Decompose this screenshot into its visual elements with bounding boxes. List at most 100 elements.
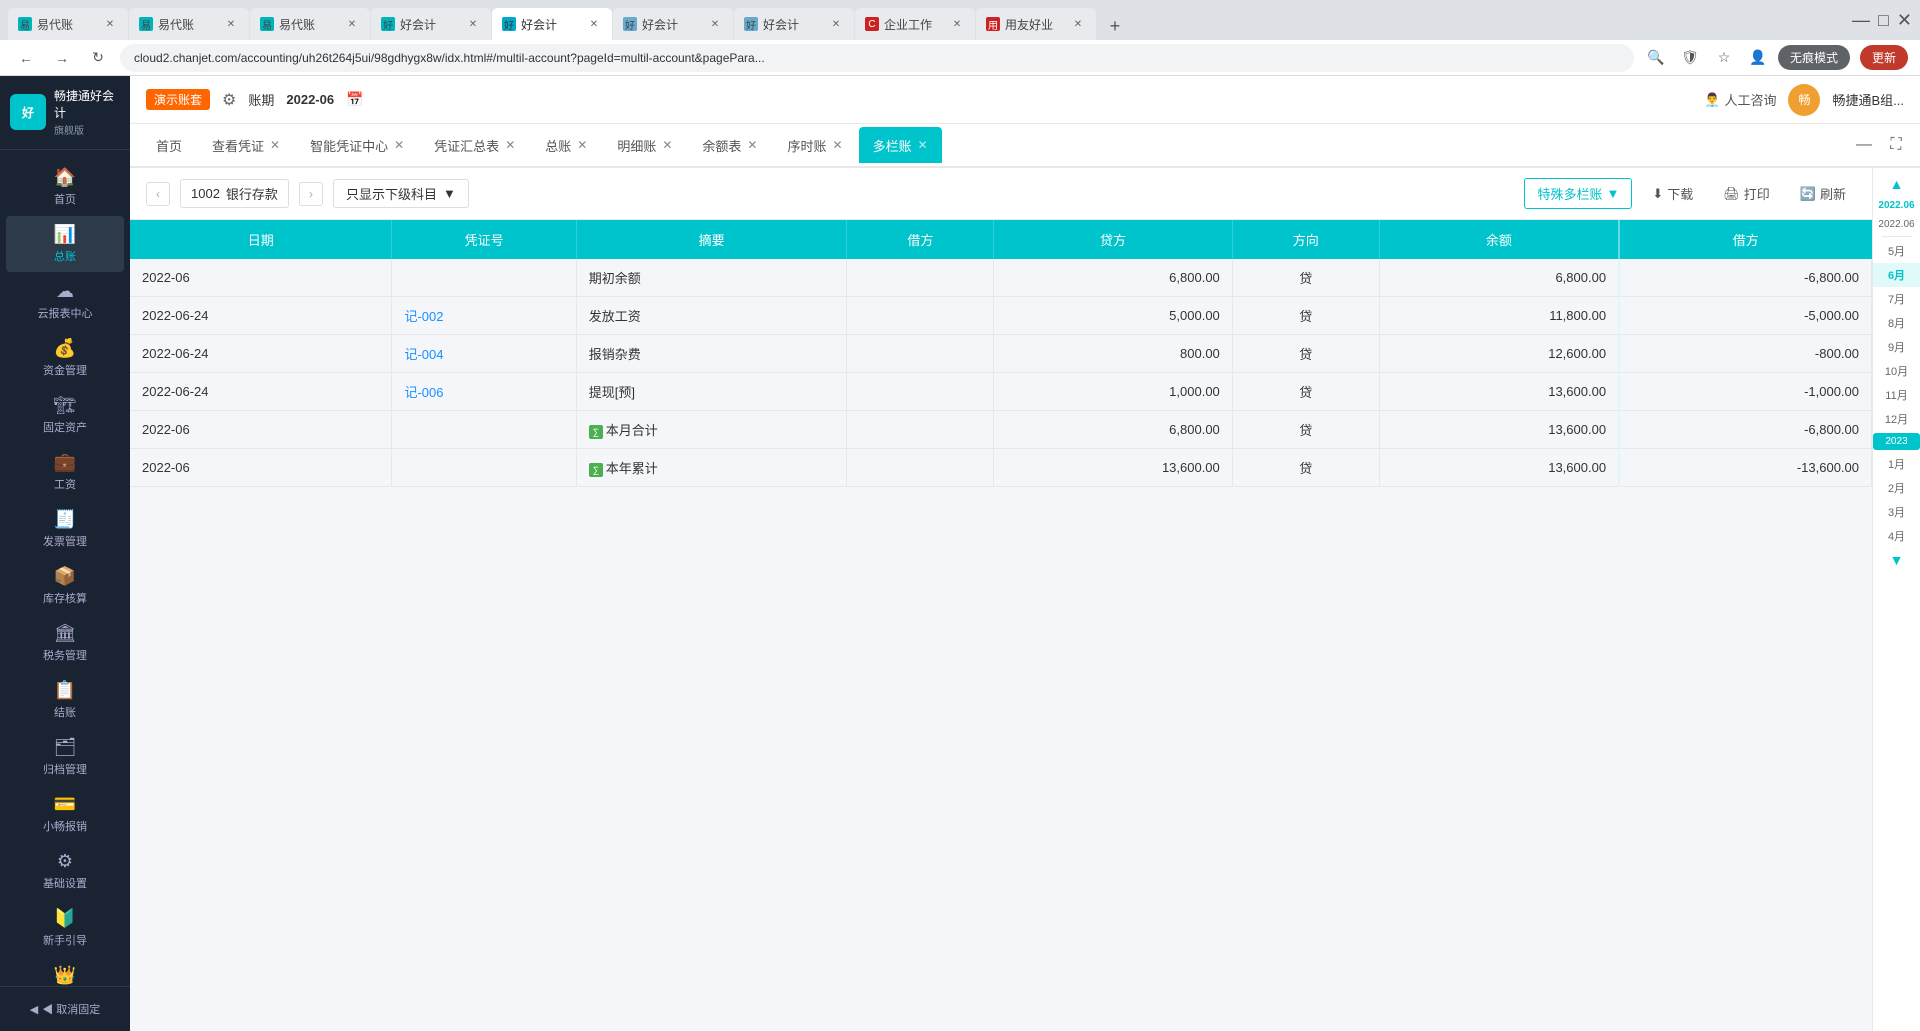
profile-icon[interactable]: 👤	[1744, 44, 1772, 72]
timeline-item-0[interactable]: 2022.06	[1873, 196, 1920, 215]
browser-tab-6[interactable]: 好 好会计 ✕	[613, 8, 733, 40]
sidebar-item-inventory[interactable]: 📦 库存核算	[6, 558, 124, 614]
voucher-link[interactable]: 记-006	[404, 385, 443, 400]
refresh-button[interactable]: ↻	[84, 44, 112, 72]
sidebar-item-new-guide[interactable]: 🔰 新手引导	[6, 900, 124, 956]
timeline-item-1[interactable]: 2022.06	[1873, 215, 1920, 234]
tab-collapse-icon[interactable]: —	[1852, 133, 1876, 157]
consultation-button[interactable]: 👨‍💼 人工咨询	[1704, 90, 1776, 109]
tab-voucher-summary[interactable]: 凭证汇总表 ✕	[420, 127, 529, 163]
timeline-item-1month[interactable]: 1月	[1873, 452, 1920, 476]
tab-balance-table-close[interactable]: ✕	[747, 138, 757, 152]
tab-general-ledger[interactable]: 总账 ✕	[531, 127, 601, 163]
sidebar-item-member[interactable]: 👑 畅会员	[6, 957, 124, 986]
close-button[interactable]: ✕	[1897, 10, 1912, 31]
update-button[interactable]: 更新	[1860, 45, 1908, 70]
tab-multi-column[interactable]: 多栏账 ✕	[859, 127, 942, 163]
tab-general-ledger-close[interactable]: ✕	[577, 138, 587, 152]
tab-view-voucher-close[interactable]: ✕	[270, 138, 280, 152]
sidebar-item-cloud-report[interactable]: ☁ 云报表中心	[6, 273, 124, 329]
timeline-item-7month[interactable]: 7月	[1873, 287, 1920, 311]
browser-tab-5[interactable]: 好 好会计 ✕	[492, 8, 612, 40]
tab-detail-ledger[interactable]: 明细账 ✕	[603, 127, 686, 163]
cell-voucher-no[interactable]: 记-002	[392, 297, 576, 335]
tab-close-1[interactable]: ✕	[102, 16, 118, 32]
forward-button[interactable]: →	[48, 44, 76, 72]
tab-detail-ledger-close[interactable]: ✕	[662, 138, 672, 152]
sidebar-item-fund-mgmt[interactable]: 💰 资金管理	[6, 330, 124, 386]
download-button[interactable]: ⬇ 下载	[1642, 179, 1703, 208]
minimize-button[interactable]: —	[1852, 10, 1870, 31]
tab-view-voucher[interactable]: 查看凭证 ✕	[198, 127, 294, 163]
sidebar-item-settlement[interactable]: 📋 结账	[6, 672, 124, 728]
browser-tab-4[interactable]: 好 好会计 ✕	[371, 8, 491, 40]
timeline-item-12month[interactable]: 12月	[1873, 407, 1920, 431]
user-avatar[interactable]: 畅	[1788, 84, 1820, 116]
tab-expand-icon[interactable]: ⛶	[1884, 133, 1908, 157]
timeline-up-button[interactable]: ▲	[1886, 172, 1908, 196]
tab-close-2[interactable]: ✕	[223, 16, 239, 32]
prev-subject-button[interactable]: ‹	[146, 182, 170, 206]
tab-close-5[interactable]: ✕	[586, 16, 602, 32]
url-bar[interactable]: cloud2.chanjet.com/accounting/uh26t264j5…	[120, 44, 1634, 72]
timeline-item-11month[interactable]: 11月	[1873, 383, 1920, 407]
user-name[interactable]: 畅捷通B组...	[1832, 90, 1904, 109]
timeline-item-4month[interactable]: 4月	[1873, 524, 1920, 548]
timeline-item-9month[interactable]: 9月	[1873, 335, 1920, 359]
sidebar-item-home[interactable]: 🏠 首页	[6, 159, 124, 215]
sidebar-item-invoice-mgmt[interactable]: 🧾 发票管理	[6, 501, 124, 557]
sidebar-item-basic-settings[interactable]: ⚙ 基础设置	[6, 843, 124, 899]
tab-close-8[interactable]: ✕	[949, 16, 965, 32]
tab-home[interactable]: 首页	[142, 127, 196, 163]
refresh-button[interactable]: 🔄 刷新	[1790, 179, 1856, 208]
header-gear-icon[interactable]: ⚙	[222, 90, 236, 110]
timeline-down-button[interactable]: ▼	[1886, 548, 1908, 572]
sidebar-item-payroll[interactable]: 💼 工资	[6, 444, 124, 500]
sidebar-item-tax-mgmt[interactable]: 🏛 税务管理	[6, 615, 124, 671]
tab-smart-voucher-close[interactable]: ✕	[394, 138, 404, 152]
tab-smart-voucher[interactable]: 智能凭证中心 ✕	[296, 127, 418, 163]
browser-tab-8[interactable]: C 企业工作 ✕	[855, 8, 975, 40]
special-multi-button[interactable]: 特殊多栏账 ▼	[1524, 178, 1632, 209]
browser-tab-2[interactable]: 易 易代账 ✕	[129, 8, 249, 40]
tab-voucher-summary-close[interactable]: ✕	[505, 138, 515, 152]
tab-close-3[interactable]: ✕	[344, 16, 360, 32]
new-tab-button[interactable]: +	[1101, 12, 1129, 40]
sidebar-item-general-ledger[interactable]: 📊 总账	[6, 216, 124, 272]
tab-close-6[interactable]: ✕	[707, 16, 723, 32]
tab-close-4[interactable]: ✕	[465, 16, 481, 32]
timeline-item-3month[interactable]: 3月	[1873, 500, 1920, 524]
subject-selector[interactable]: 1002 银行存款	[180, 179, 289, 208]
browser-tab-7[interactable]: 好 好会计 ✕	[734, 8, 854, 40]
sidebar-pin-button[interactable]: ◀ ◀ 取消固定	[0, 995, 130, 1023]
tab-balance-table[interactable]: 余额表 ✕	[688, 127, 771, 163]
sidebar-item-expense[interactable]: 💳 小畅报销	[6, 786, 124, 842]
no-trace-button[interactable]: 无痕模式	[1778, 45, 1850, 70]
timeline-item-6month[interactable]: 6月	[1873, 263, 1920, 287]
tab-close-7[interactable]: ✕	[828, 16, 844, 32]
sidebar-item-fixed-assets[interactable]: 🏗 固定资产	[6, 387, 124, 443]
star-icon[interactable]: ☆	[1710, 44, 1738, 72]
browser-tab-9[interactable]: 用 用友好业 ✕	[976, 8, 1096, 40]
cell-voucher-no[interactable]: 记-004	[392, 335, 576, 373]
timeline-item-2month[interactable]: 2月	[1873, 476, 1920, 500]
timeline-item-10month[interactable]: 10月	[1873, 359, 1920, 383]
tab-multi-column-close[interactable]: ✕	[918, 138, 928, 152]
filter-dropdown[interactable]: 只显示下级科目 ▼	[333, 179, 469, 208]
cell-voucher-no[interactable]: 记-006	[392, 373, 576, 411]
print-button[interactable]: 🖨 打印	[1713, 179, 1780, 208]
voucher-link[interactable]: 记-004	[404, 347, 443, 362]
calendar-icon[interactable]: 📅	[346, 91, 363, 108]
demo-badge[interactable]: 演示账套	[146, 89, 210, 110]
tab-close-9[interactable]: ✕	[1070, 16, 1086, 32]
next-subject-button[interactable]: ›	[299, 182, 323, 206]
browser-tab-3[interactable]: 易 易代账 ✕	[250, 8, 370, 40]
back-button[interactable]: ←	[12, 44, 40, 72]
timeline-item-5month[interactable]: 5月	[1873, 239, 1920, 263]
sidebar-item-archive-mgmt[interactable]: 🗂 归档管理	[6, 729, 124, 785]
voucher-link[interactable]: 记-002	[404, 309, 443, 324]
tab-journal-close[interactable]: ✕	[833, 138, 843, 152]
tab-journal[interactable]: 序时账 ✕	[773, 127, 856, 163]
timeline-item-8month[interactable]: 8月	[1873, 311, 1920, 335]
browser-tab-1[interactable]: 易 易代账 ✕	[8, 8, 128, 40]
